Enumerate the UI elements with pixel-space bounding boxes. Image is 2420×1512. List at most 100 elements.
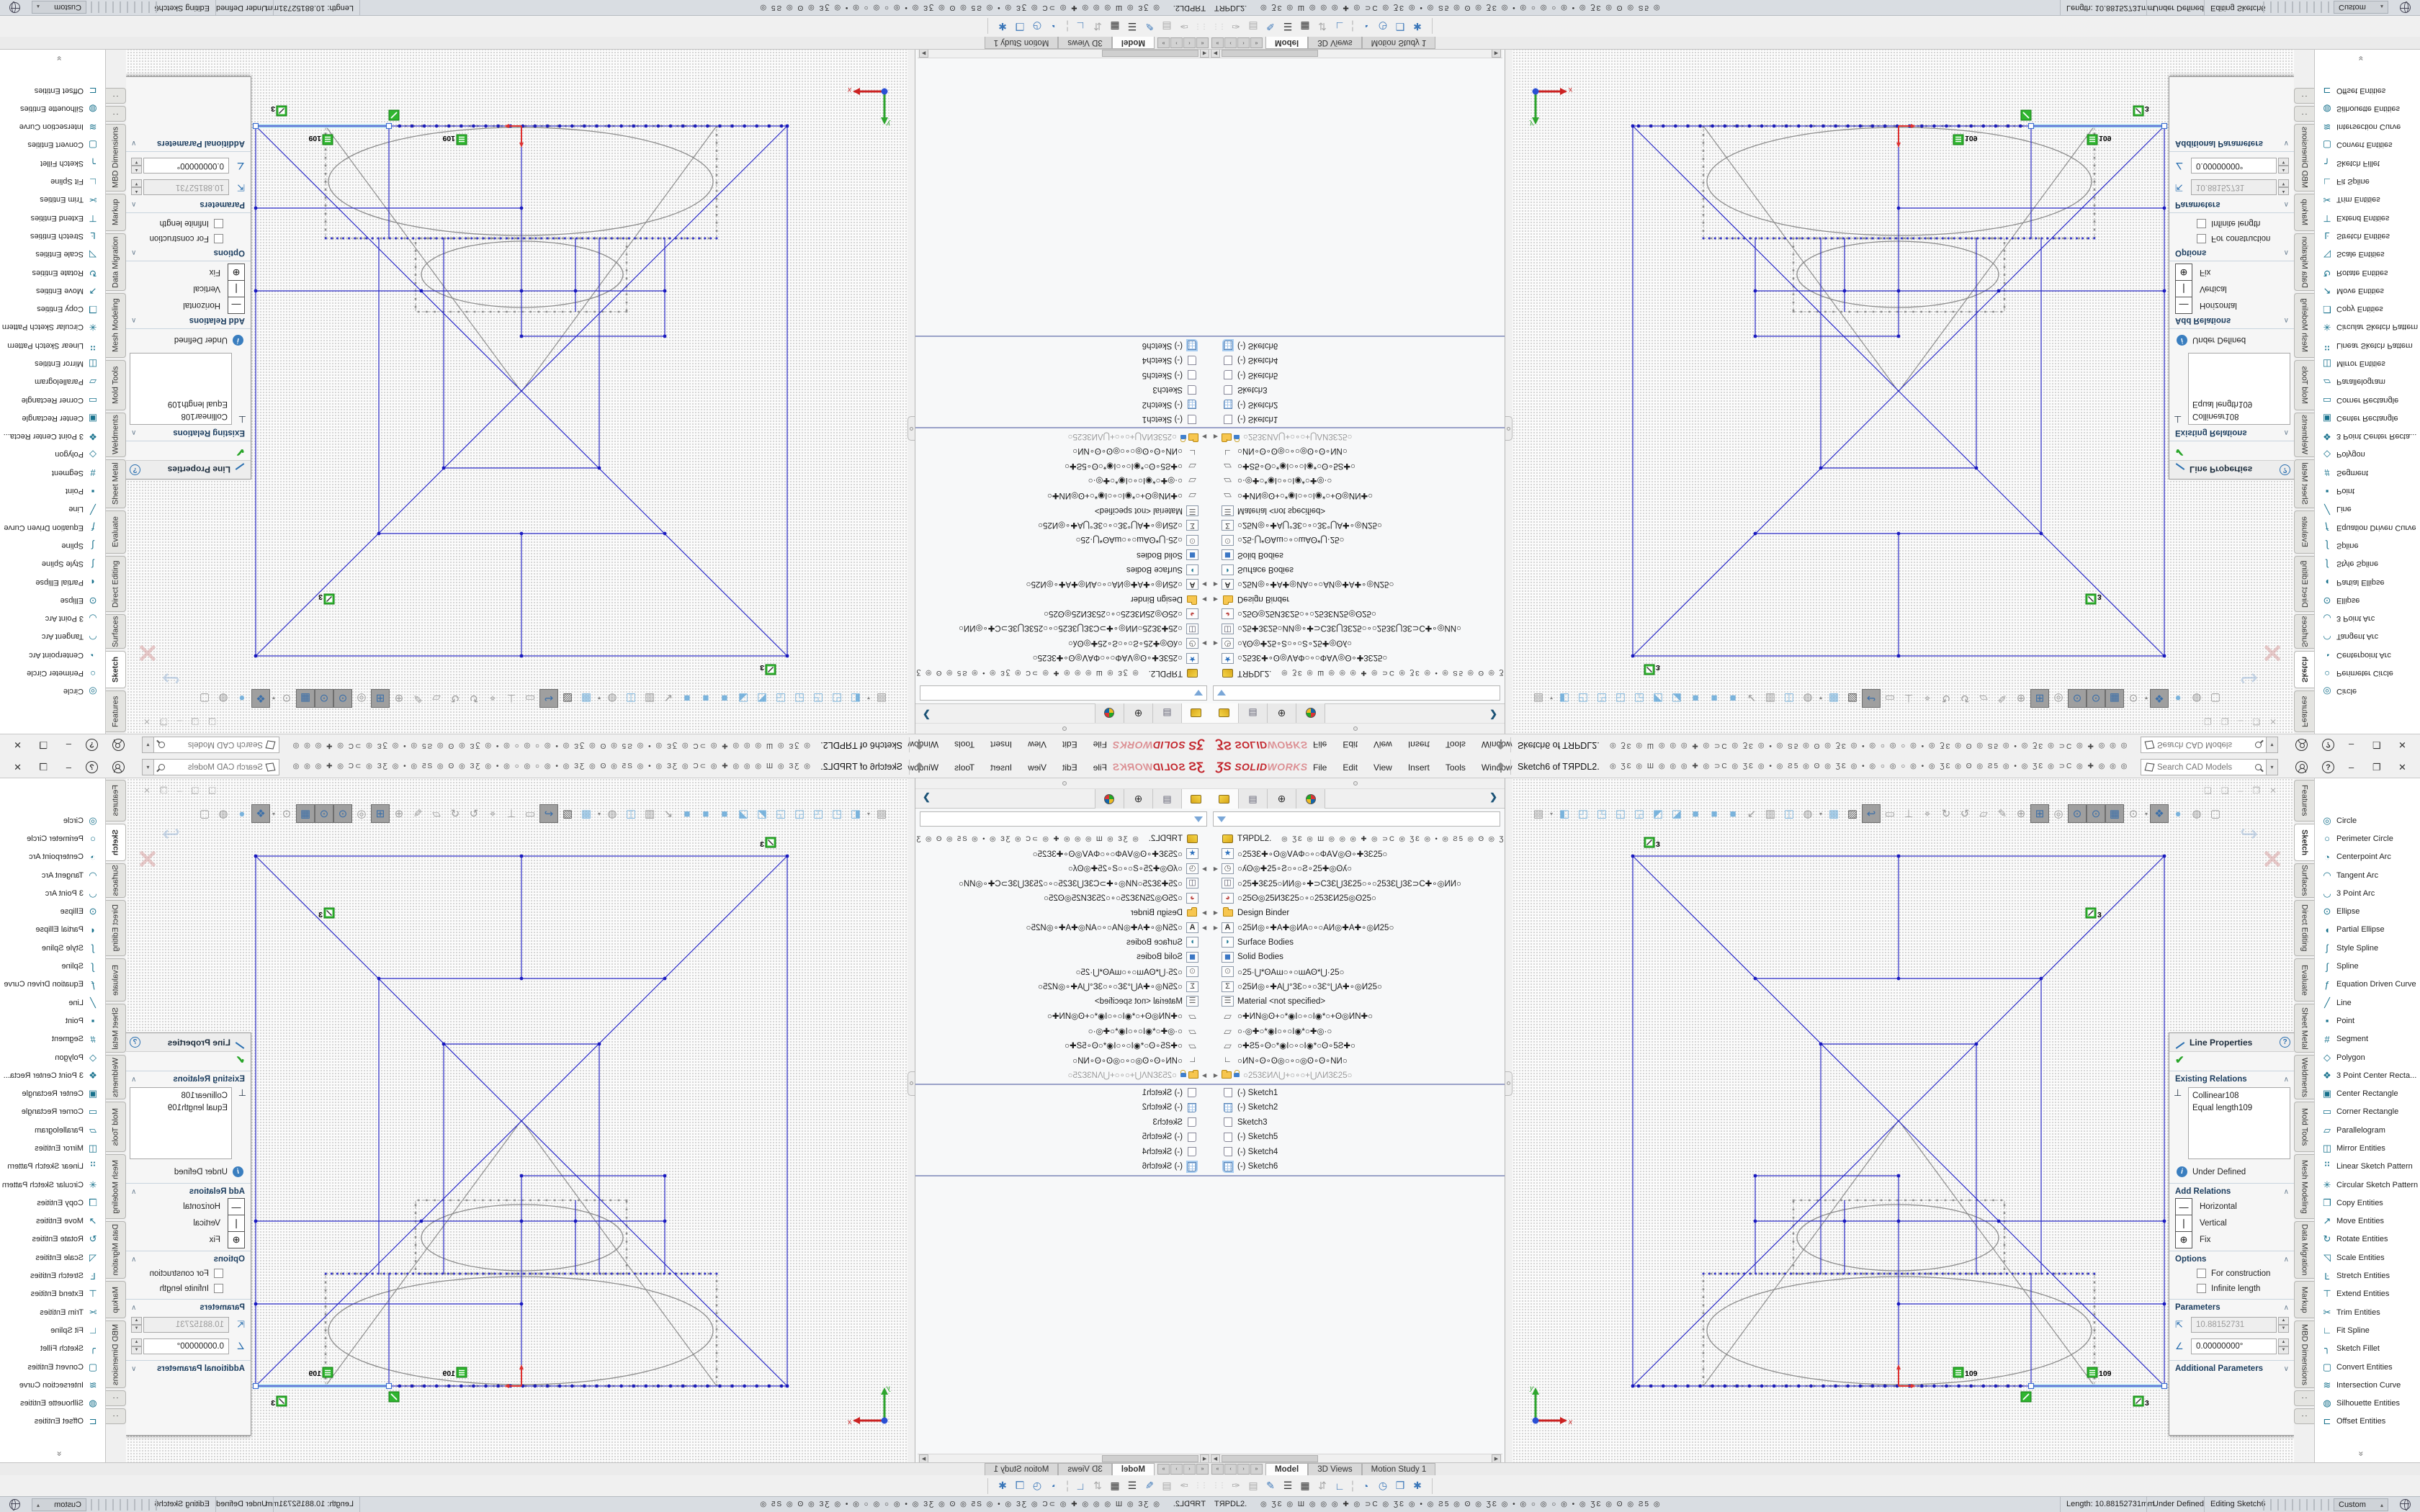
bottom-toolbar-icon[interactable]: ∟ [1331,1477,1348,1495]
sketch-tree-row[interactable]: (-) Sketch2 [915,397,1210,413]
sketch-tree-row[interactable]: (-) Sketch1 [1210,1086,1505,1101]
tree-filter-box[interactable] [920,685,1207,701]
relation-button-row[interactable]: ❘ Vertical [125,1215,251,1231]
palette-tool-item[interactable]: ❖ 3 Point Center Recta... [2315,1066,2420,1084]
bottom-toolbar-icon[interactable]: ❒ [1392,18,1409,35]
document-tab[interactable]: 3D Views [1308,1463,1361,1475]
add-relations-section[interactable]: Add Relations∧ [2169,314,2295,329]
toolbar-tab[interactable]: Direct Editing [106,900,126,956]
palette-tool-item[interactable]: ❐ Copy Entities [2315,300,2420,318]
palette-tool-item[interactable]: # Segment [2315,1030,2420,1048]
expand-chevron-icon[interactable]: ∨ [131,1365,136,1373]
palette-tool-item[interactable]: ❖ 3 Point Center Recta... [0,428,105,446]
palette-tool-item[interactable]: ◖ Partial Ellipse [2315,921,2420,939]
tab-nav-icon[interactable]: ‹ [1224,1464,1237,1475]
spinner-control[interactable]: ▲▼ [131,1317,142,1333]
relation-button-row[interactable]: — Horizontal [125,297,251,314]
toolbar-tab[interactable]: Sheet Metal [2294,459,2314,508]
toolbar-tab[interactable]: Data Migration [2294,233,2314,291]
relation-button-icon[interactable]: ❘ [2175,280,2192,297]
palette-tool-item[interactable]: ƒ Equation Driven Curve [0,976,105,994]
toolbar-tab[interactable]: Surfaces [106,863,126,898]
palette-tool-item[interactable]: ◡ 3 Point Arc [0,610,105,628]
search-input[interactable] [165,741,263,750]
toolbar-tab[interactable]: : [106,88,126,104]
tree-row[interactable]: ▶ ◷ ○ʎʘ◎✚25∘Ƨ○∘○Ƨ∘25✚◎ʘʎ○ [915,636,1210,652]
toolbar-tab[interactable]: MBD Dimensions [106,1320,126,1388]
toolbar-tab[interactable]: Evaluate [2294,510,2314,554]
palette-tool-item[interactable]: ↗ Move Entities [2315,282,2420,300]
scroll-left-icon[interactable]: ◀ [1200,49,1209,58]
tree-row[interactable]: ▶ A ○25И◎∘✚A✚◎ИA○∘○AИ◎✚A✚∘◎И25○ [915,577,1210,593]
document-tab[interactable]: Motion Study 1 [1362,1463,1436,1475]
account-icon[interactable] [2295,739,2308,751]
propertymanager-tab[interactable]: ▤ [1239,703,1268,723]
search-dropdown-button[interactable]: ▾ [142,737,153,753]
relations-list[interactable]: Collinear108Equal length109 [130,353,232,425]
sketch-tree-row[interactable]: (-) Sketch5 [1210,368,1505,383]
palette-tool-item[interactable]: ❐ Copy Entities [0,1194,105,1212]
pin-icon[interactable] [915,762,923,773]
menu-item[interactable]: Insert [1400,740,1438,750]
expand-arrow-icon[interactable]: ▶ [1198,865,1210,872]
tree-row[interactable]: ▶ ○253ƐИΛ⋃+○∘○+⋃ΛИ3Ɛ25○ [1210,430,1505,445]
collapse-chevron-icon[interactable]: ∧ [2284,201,2289,209]
help-icon[interactable]: ? [2322,739,2334,751]
tree-row[interactable]: ★ ○253Ɛ✚∘ʘ◎ⅤAΦ○∘○ΦAⅤ◎ʘ∘✚3Ɛ25○ [1210,651,1505,666]
relation-button-row[interactable]: ❘ Vertical [2169,281,2295,297]
toolbar-tab[interactable]: Features [106,690,126,732]
toolbar-tab[interactable]: Features [2294,780,2314,822]
palette-tool-item[interactable]: ʃ Style Spline [0,555,105,573]
relation-button-icon[interactable]: ❘ [228,1215,245,1232]
ok-button[interactable]: ✔ [2169,444,2295,460]
expand-chevron-icon[interactable]: ∨ [2284,140,2289,148]
search-input[interactable] [165,763,263,772]
relations-list[interactable]: Collinear108Equal length109 [2188,353,2290,425]
palette-tool-item[interactable]: ╮ Sketch Fillet [2315,1340,2420,1358]
checkbox[interactable] [214,1284,223,1293]
bottom-toolbar-icon[interactable]: ☰ [1124,18,1141,35]
relation-button-row[interactable]: ⊕ Fix [2169,264,2295,281]
toolbar-tab[interactable]: : [2294,1390,2314,1406]
palette-tool-item[interactable]: ○ Perimeter Circle [2315,664,2420,682]
panel-help-icon[interactable]: ? [130,464,140,475]
spinner-control[interactable]: ▲▼ [131,1338,142,1354]
tree-row[interactable]: ▱ ○·◎✚○*◉I○∘○I◉*○✚◎·○ [915,1024,1210,1039]
palette-tool-item[interactable]: ƒ Equation Driven Curve [0,518,105,536]
collapse-chevron-icon[interactable]: ∧ [2284,1076,2289,1084]
menu-item[interactable]: Insert [982,762,1020,773]
palette-tool-item[interactable]: ↻ Rotate Entities [0,264,105,282]
palette-tool-item[interactable]: ◫ Mirror Entities [2315,1139,2420,1157]
tree-horizontal-scrollbar[interactable]: ◀ ▶ [918,1454,1210,1462]
tree-row[interactable]: ★ ○253Ɛ✚∘ʘ◎ⅤAΦ○∘○ΦAⅤ◎ʘ∘✚3Ɛ25○ [915,651,1210,666]
bottom-toolbar-icon[interactable]: ▦ [1106,1477,1124,1495]
toolbar-tab[interactable]: Features [106,780,126,822]
tree-row[interactable]: ▱ ○✚Ƨ5∘ʘ○*◉I○∘○I◉*○ʘ∘5Ƨ✚○ [915,459,1210,474]
expand-arrow-icon[interactable]: ▶ [1210,924,1222,931]
bottom-toolbar-icon[interactable]: ✱ [1409,1477,1426,1495]
tree-row[interactable]: ◼ Solid Bodies [915,548,1210,563]
featuremanager-tab[interactable] [1210,703,1239,723]
toolbar-tab[interactable]: Sheet Metal [2294,1004,2314,1053]
toolbar-tab[interactable]: Sheet Metal [106,1004,126,1053]
tree-row[interactable]: ☰ Material <not specified> [915,503,1210,518]
expand-arrow-icon[interactable]: ▶ [1210,581,1222,588]
menu-item[interactable]: Tools [946,740,982,750]
propertymanager-tab[interactable]: ▤ [1239,789,1268,809]
palette-tool-item[interactable]: ▢ Convert Entities [0,1358,105,1376]
palette-tool-item[interactable]: ❐ Copy Entities [2315,1194,2420,1212]
palette-tool-item[interactable]: ⊤ Extend Entities [2315,209,2420,227]
options-section[interactable]: Options∧ [2169,246,2295,261]
search-icon[interactable] [158,764,165,770]
checkbox[interactable] [2197,234,2206,243]
scroll-left-icon[interactable]: ◀ [1211,49,1220,58]
bottom-toolbar-icon[interactable]: ⇵ [1089,18,1106,35]
sketch-tree-row[interactable]: (-) Sketch6 [1210,338,1505,354]
tree-row[interactable]: ▶ ○253ƐИΛ⋃+○∘○+⋃ΛИ3Ɛ25○ [1210,1068,1505,1083]
bottom-toolbar-icon[interactable]: ◷ [1374,18,1392,35]
parameter-input[interactable]: 0.00000000° [143,158,229,174]
tree-row[interactable]: ∟ ○ИN∘ʘ∘ʘ◎○∘○◎ʘ∘ʘ∘NИ○ [915,1053,1210,1068]
relation-button-row[interactable]: ❘ Vertical [2169,1215,2295,1231]
palette-tool-item[interactable]: ▣ Center Rectangle [0,1084,105,1102]
palette-tool-item[interactable]: ○ Perimeter Circle [0,664,105,682]
